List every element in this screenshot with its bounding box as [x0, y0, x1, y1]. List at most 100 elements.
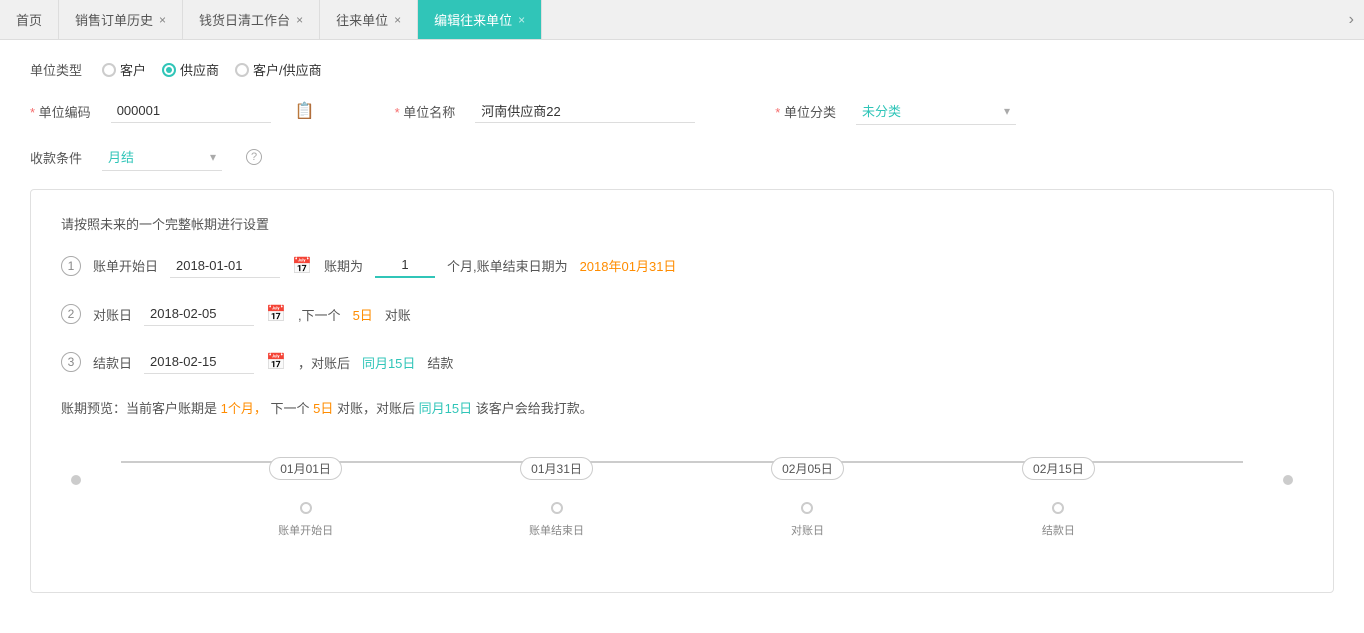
radio-both[interactable]: 客户/供应商 — [235, 60, 322, 79]
preview-text: 账期预览：当前客户账期是 1个月， 下一个 5日 对账，对账后 同月15日 该客… — [61, 398, 1303, 417]
payment-date-cal-icon[interactable]: 📅 — [266, 352, 286, 372]
timeline-node-1-date: 01月31日 — [520, 457, 593, 480]
unit-name-input[interactable] — [475, 99, 695, 123]
reconcile-date-cal-icon[interactable]: 📅 — [266, 304, 286, 324]
timeline-node-1-label: 账单结束日 — [529, 522, 584, 538]
row-number-2: 2 — [61, 304, 81, 324]
tab-cash-work-label: 钱货日清工作台 — [199, 10, 290, 29]
timeline-node-2: 02月05日 对账日 — [771, 457, 844, 538]
payment-date-label: 结款日 — [93, 353, 132, 372]
payment-condition-arrow: ▾ — [210, 150, 216, 164]
unit-type-label: 单位类型 — [30, 60, 82, 79]
tab-home-label: 首页 — [16, 10, 42, 29]
unit-category-value: 未分类 — [862, 101, 996, 120]
card-section: 请按照未来的一个完整帐期进行设置 1 账单开始日 📅 账期为 个月,账单结束日期… — [30, 189, 1334, 593]
tab-sales-history-label: 销售订单历史 — [75, 10, 153, 29]
period-unit-text: 个月,账单结束日期为 — [447, 256, 568, 275]
preview-period: 1个月， — [221, 401, 267, 416]
tab-edit-partner[interactable]: 编辑往来单位 × — [418, 0, 542, 39]
preview-prefix: 账期预览：当前客户账期是 — [61, 401, 217, 416]
unit-code-label: 单位编码 — [30, 102, 91, 121]
unit-category-select[interactable]: 未分类 ▾ — [856, 97, 1016, 125]
reconcile-highlight: 5日 — [353, 305, 373, 324]
start-date-label: 账单开始日 — [93, 256, 158, 275]
tab-partner-label: 往来单位 — [336, 10, 388, 29]
tab-edit-partner-close[interactable]: × — [518, 13, 525, 27]
period-input[interactable] — [375, 253, 435, 278]
timeline-node-3: 02月15日 结款日 — [1022, 457, 1095, 538]
preview-day5: 5日 — [313, 401, 333, 416]
tab-edit-partner-label: 编辑往来单位 — [434, 10, 512, 29]
payment-condition-value: 月结 — [108, 147, 202, 166]
preview-suffix1: 下一个 — [271, 401, 310, 416]
timeline-node-0-circle — [300, 502, 312, 514]
payment-date-input[interactable] — [144, 350, 254, 374]
timeline-node-1: 01月31日 账单结束日 — [520, 457, 593, 538]
timeline-node-2-circle — [801, 502, 813, 514]
radio-customer-circle — [102, 63, 116, 77]
timeline-node-1-circle — [551, 502, 563, 514]
radio-both-circle — [235, 63, 249, 77]
timeline: 01月01日 账单开始日 01月31日 账单结束日 02月05日 对账日 02月… — [61, 441, 1303, 568]
payment-condition-label: 收款条件 — [30, 148, 82, 167]
unit-info-row: 单位编码 📋 单位名称 单位分类 未分类 ▾ — [30, 97, 1334, 125]
timeline-node-3-label: 结款日 — [1042, 522, 1075, 538]
radio-both-label: 客户/供应商 — [253, 60, 322, 79]
unit-category-label: 单位分类 — [775, 102, 836, 121]
radio-supplier[interactable]: 供应商 — [162, 60, 219, 79]
payment-highlight: 同月15日 — [362, 353, 415, 372]
preview-day15: 同月15日 — [419, 401, 472, 416]
tab-partner[interactable]: 往来单位 × — [320, 0, 418, 39]
radio-customer-label: 客户 — [120, 60, 146, 79]
timeline-node-3-date: 02月15日 — [1022, 457, 1095, 480]
unit-type-radio-group: 客户 供应商 客户/供应商 — [102, 60, 322, 79]
tab-home[interactable]: 首页 — [0, 0, 59, 39]
unit-type-row: 单位类型 客户 供应商 客户/供应商 — [30, 60, 1334, 79]
card-title: 请按照未来的一个完整帐期进行设置 — [61, 214, 1303, 233]
tab-cash-work[interactable]: 钱货日清工作台 × — [183, 0, 320, 39]
tab-partner-close[interactable]: × — [394, 13, 401, 27]
reconcile-date-label: 对账日 — [93, 305, 132, 324]
timeline-node-3-circle — [1052, 502, 1064, 514]
row-reconcile-date: 2 对账日 📅 ,下一个 5日 对账 — [61, 302, 1303, 326]
period-end-date: 2018年01月31日 — [580, 256, 677, 275]
timeline-start-dot — [71, 475, 81, 485]
unit-category-arrow: ▾ — [1004, 104, 1010, 118]
help-icon[interactable]: ? — [246, 149, 262, 165]
payment-end-text: 结款 — [427, 353, 453, 372]
payment-condition-row: 收款条件 月结 ▾ ? — [30, 143, 1334, 171]
timeline-dots: 01月01日 账单开始日 01月31日 账单结束日 02月05日 对账日 02月… — [61, 457, 1303, 538]
timeline-end-dot — [1283, 475, 1293, 485]
reconcile-suffix: ,下一个 — [298, 305, 341, 324]
tab-sales-history-close[interactable]: × — [159, 13, 166, 27]
timeline-node-0: 01月01日 账单开始日 — [269, 457, 342, 538]
reconcile-end-text: 对账 — [385, 305, 411, 324]
main-content: 单位类型 客户 供应商 客户/供应商 单位编码 📋 单位名称 单位分类 未 — [0, 40, 1364, 633]
radio-customer[interactable]: 客户 — [102, 60, 146, 79]
row-number-3: 3 — [61, 352, 81, 372]
timeline-node-2-date: 02月05日 — [771, 457, 844, 480]
preview-suffix2: 对账，对账后 — [337, 401, 415, 416]
tab-bar: 首页 销售订单历史 × 钱货日清工作台 × 往来单位 × 编辑往来单位 × › — [0, 0, 1364, 40]
period-label: 账期为 — [324, 256, 363, 275]
unit-name-label: 单位名称 — [395, 102, 456, 121]
tab-sales-history[interactable]: 销售订单历史 × — [59, 0, 183, 39]
start-date-cal-icon[interactable]: 📅 — [292, 256, 312, 276]
start-date-input[interactable] — [170, 254, 280, 278]
payment-condition-select[interactable]: 月结 ▾ — [102, 143, 222, 171]
radio-supplier-circle — [162, 63, 176, 77]
radio-supplier-label: 供应商 — [180, 60, 219, 79]
tab-cash-work-close[interactable]: × — [296, 13, 303, 27]
preview-suffix3: 该客户会给我打款。 — [476, 401, 593, 416]
timeline-node-0-date: 01月01日 — [269, 457, 342, 480]
reconcile-date-input[interactable] — [144, 302, 254, 326]
tab-scroll-right[interactable]: › — [1339, 0, 1364, 39]
row-start-date: 1 账单开始日 📅 账期为 个月,账单结束日期为 2018年01月31日 — [61, 253, 1303, 278]
row-payment-date: 3 结款日 📅 ，对账后 同月15日 结款 — [61, 350, 1303, 374]
payment-suffix: ，对账后 — [298, 353, 350, 372]
unit-code-input[interactable] — [111, 99, 271, 123]
row-number-1: 1 — [61, 256, 81, 276]
timeline-node-2-label: 对账日 — [791, 522, 824, 538]
unit-code-icon[interactable]: 📋 — [295, 101, 315, 121]
timeline-node-0-label: 账单开始日 — [278, 522, 333, 538]
